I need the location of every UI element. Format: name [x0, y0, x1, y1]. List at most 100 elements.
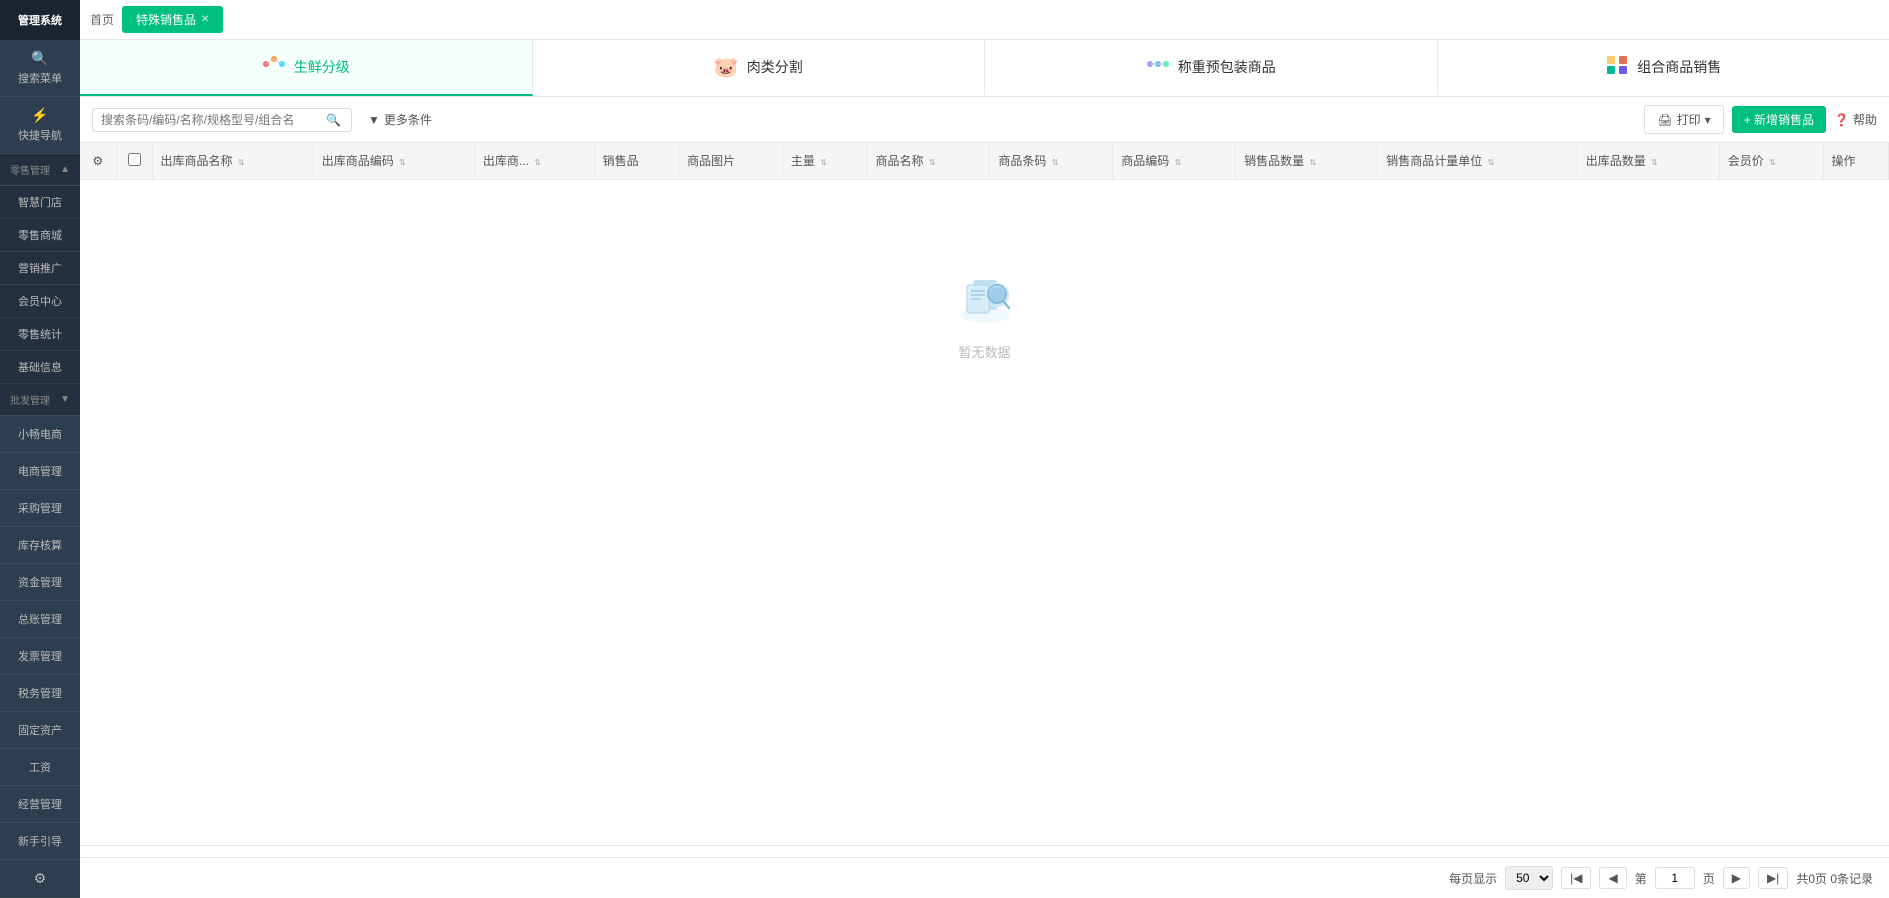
sidebar-item-label: 经营管理	[18, 796, 62, 812]
empty-state: 暂无数据	[80, 180, 1889, 441]
sort-icon: ⇅	[1488, 158, 1495, 167]
th-member-price[interactable]: 会员价 ⇅	[1719, 143, 1823, 179]
th-sales-qty[interactable]: 销售品数量 ⇅	[1236, 143, 1378, 179]
th-goods-name[interactable]: 商品名称 ⇅	[867, 143, 990, 179]
table-container: ⚙ 出库商品名称 ⇅ 出库商品编码 ⇅ 出库商... ⇅	[80, 143, 1889, 845]
per-page-label: 每页显示	[1449, 870, 1497, 887]
chevron-icon: ▼	[60, 394, 70, 405]
add-label: + 新增销售品	[1744, 111, 1814, 128]
th-out-qty[interactable]: 出库品数量 ⇅	[1577, 143, 1719, 179]
print-button[interactable]: 🖨 打印 ▾	[1644, 105, 1723, 134]
horizontal-scroll[interactable]	[80, 845, 1889, 857]
th-sales-goods[interactable]: 销售品	[594, 143, 679, 179]
cat-tab-fresh-grade[interactable]: 生鲜分级	[80, 40, 533, 96]
add-button[interactable]: + 新增销售品	[1732, 106, 1826, 133]
category-tabs: 生鲜分级 🐷 肉类分割 称重预包装商品	[80, 40, 1889, 97]
sidebar-item-label: 基础信息	[18, 359, 62, 375]
filter-button[interactable]: ▼ 更多条件	[360, 107, 440, 132]
sidebar-item-label: 采购管理	[18, 500, 62, 516]
sidebar-item-retail-manage[interactable]: 零售管理 ▲	[0, 154, 80, 186]
th-out-goods-x[interactable]: 出库商... ⇅	[474, 143, 594, 179]
page-label-suffix: 页	[1703, 870, 1715, 887]
first-page-button[interactable]: |◀	[1561, 867, 1591, 889]
page-label-prefix: 第	[1635, 870, 1647, 887]
prev-page-button[interactable]: ◀	[1599, 867, 1626, 889]
cat-tab-fresh-grade-label: 生鲜分级	[294, 57, 350, 77]
th-out-goods-name[interactable]: 出库商品名称 ⇅	[152, 143, 313, 179]
select-all-checkbox[interactable]	[128, 153, 141, 166]
help-button[interactable]: ❓ 帮助	[1834, 111, 1877, 128]
sort-icon: ⇅	[1310, 158, 1317, 167]
th-out-goods-code[interactable]: 出库商品编码 ⇅	[313, 143, 474, 179]
search-box[interactable]: 🔍	[92, 108, 352, 132]
sidebar-item-fixed-assets[interactable]: 固定资产	[0, 712, 80, 749]
sort-icon: ⇅	[399, 158, 406, 167]
sidebar-item-general-ledger[interactable]: 总账管理	[0, 601, 80, 638]
sidebar-item-label: 固定资产	[18, 722, 62, 738]
home-link[interactable]: 首页	[90, 11, 114, 28]
chevron-icon: ▲	[60, 164, 70, 175]
cat-tab-weigh-pack[interactable]: 称重预包装商品	[985, 40, 1438, 96]
cat-tab-meat-cut[interactable]: 🐷 肉类分割	[533, 40, 986, 96]
last-page-button[interactable]: ▶|	[1758, 867, 1788, 889]
close-tab-icon[interactable]: ✕	[201, 14, 209, 25]
data-table: ⚙ 出库商品名称 ⇅ 出库商品编码 ⇅ 出库商... ⇅	[80, 143, 1889, 180]
sidebar-item-purchase[interactable]: 采购管理	[0, 490, 80, 527]
meat-cut-icon: 🐷	[714, 55, 739, 80]
th-goods-barcode[interactable]: 商品条码 ⇅	[990, 143, 1113, 179]
sidebar-item-capital[interactable]: 资金管理	[0, 564, 80, 601]
total-info: 共0页 0条记录	[1796, 870, 1873, 887]
main-content: 首页 特殊销售品 ✕ 生鲜分级 🐷 肉类分割	[80, 0, 1889, 898]
th-main-weight[interactable]: 主量 ⇅	[782, 143, 867, 179]
settings-icon: ⚙	[34, 870, 47, 887]
sidebar-item-retail-stats[interactable]: 零售统计	[0, 318, 80, 351]
sidebar-item-batch-manage[interactable]: 批发管理 ▼	[0, 384, 80, 416]
cat-tab-combo[interactable]: 组合商品销售	[1438, 40, 1889, 96]
sidebar-item-label: 资金管理	[18, 574, 62, 590]
sidebar-item-salary[interactable]: 工资	[0, 749, 80, 786]
table-header-row: ⚙ 出库商品名称 ⇅ 出库商品编码 ⇅ 出库商... ⇅	[80, 143, 1889, 179]
sidebar-item-quick-nav[interactable]: ⚡ 快捷导航	[0, 97, 80, 154]
sort-icon: ⇅	[820, 158, 827, 167]
sidebar-item-tax[interactable]: 税务管理	[0, 675, 80, 712]
sidebar-item-basic-info[interactable]: 基础信息	[0, 351, 80, 384]
th-checkbox[interactable]	[116, 143, 152, 179]
sidebar-item-invoice[interactable]: 发票管理	[0, 638, 80, 675]
toolbar-left: 🔍 ▼ 更多条件	[92, 107, 440, 132]
sidebar-item-ops-manage[interactable]: 经营管理	[0, 786, 80, 822]
cat-tab-weigh-pack-label: 称重预包装商品	[1178, 57, 1276, 77]
sidebar-item-member-center[interactable]: 会员中心	[0, 285, 80, 318]
search-icon: 🔍	[326, 113, 341, 127]
th-settings[interactable]: ⚙	[80, 143, 116, 179]
filter-label: 更多条件	[384, 111, 432, 128]
quick-nav-icon: ⚡	[31, 107, 48, 124]
empty-icon	[945, 260, 1025, 330]
sidebar-item-label: 零售统计	[18, 326, 62, 342]
th-goods-img[interactable]: 商品图片	[679, 143, 783, 179]
sidebar-item-settings[interactable]: ⚙	[0, 860, 80, 898]
sidebar-item-ecom-manage[interactable]: 电商管理	[0, 453, 80, 490]
th-sales-unit[interactable]: 销售商品计量单位 ⇅	[1378, 143, 1577, 179]
sidebar-item-mini-ecom[interactable]: 小畅电商	[0, 416, 80, 453]
next-page-button[interactable]: ▶	[1723, 867, 1750, 889]
sidebar-item-label: 快捷导航	[18, 127, 62, 143]
th-goods-code[interactable]: 商品编码 ⇅	[1113, 143, 1236, 179]
search-menu-icon: 🔍	[31, 50, 48, 67]
combo-icon	[1605, 54, 1629, 80]
sidebar-item-search-menu[interactable]: 🔍 搜索菜单	[0, 40, 80, 97]
sidebar-item-new-guide[interactable]: 新手引导	[0, 823, 80, 860]
filter-icon: ▼	[368, 113, 380, 127]
sidebar-item-sales-promo[interactable]: 营销推广	[0, 252, 80, 285]
sort-icon: ⇅	[238, 158, 245, 167]
active-tab-label: 特殊销售品	[136, 11, 196, 28]
per-page-select[interactable]: 50	[1505, 866, 1553, 890]
active-tab[interactable]: 特殊销售品 ✕	[122, 6, 223, 33]
page-number-input[interactable]	[1655, 867, 1695, 889]
sidebar-item-retail-mall[interactable]: 零售商城	[0, 219, 80, 252]
sidebar-item-inventory[interactable]: 库存核算	[0, 527, 80, 564]
sidebar-item-label: 新手引导	[18, 833, 62, 849]
sidebar-item-smart-store[interactable]: 智慧门店	[0, 186, 80, 219]
search-input[interactable]	[101, 113, 321, 127]
weigh-pack-icon	[1146, 54, 1170, 80]
sidebar-item-label: 税务管理	[18, 685, 62, 701]
